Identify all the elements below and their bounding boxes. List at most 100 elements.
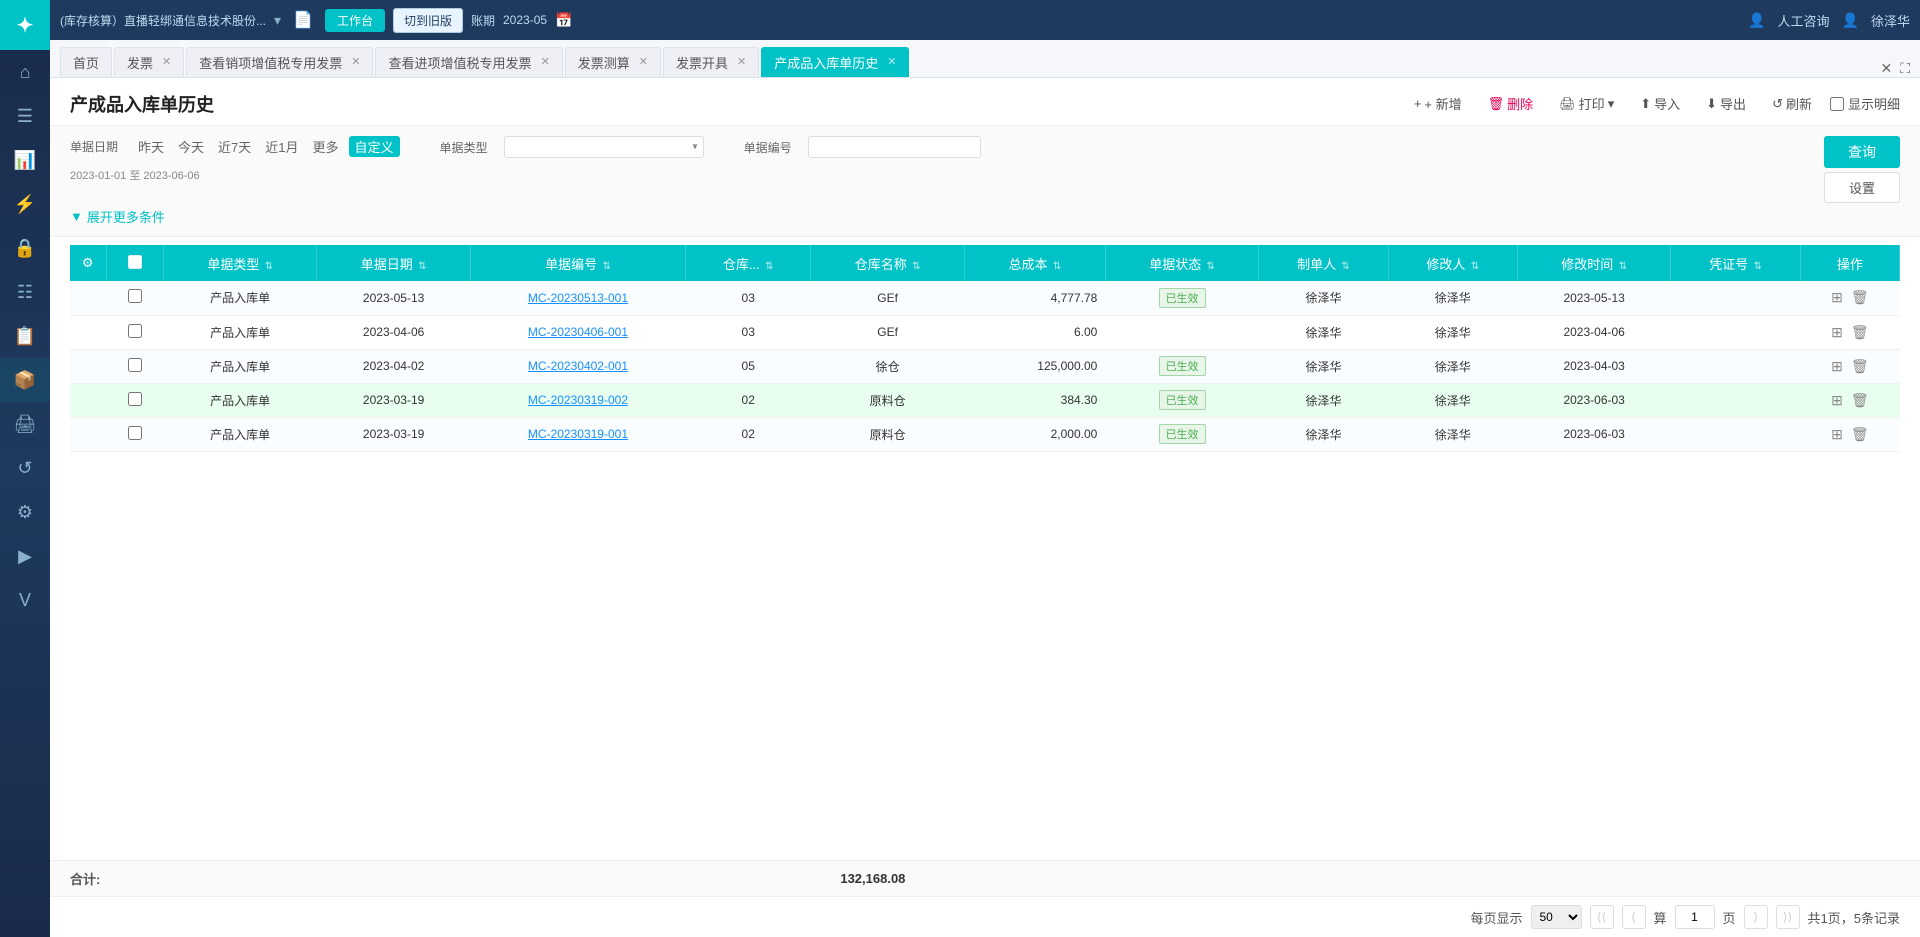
date-1month[interactable]: 近1月: [261, 136, 302, 157]
sidebar-item-warehouse[interactable]: 📦: [0, 358, 50, 402]
th-bill-no-sort: ⇅: [602, 261, 610, 272]
view-action-icon[interactable]: ⊞: [1831, 324, 1843, 341]
expand-more-btn[interactable]: ▼ 展开更多条件: [70, 207, 1900, 226]
row-checkbox[interactable]: [128, 358, 142, 372]
next-page-btn[interactable]: ⟩: [1744, 905, 1768, 929]
query-button[interactable]: 查询: [1824, 136, 1900, 168]
row-settings[interactable]: [70, 349, 106, 383]
view-action-icon[interactable]: ⊞: [1831, 392, 1843, 409]
view-action-icon[interactable]: ⊞: [1831, 426, 1843, 443]
page-input[interactable]: [1675, 905, 1715, 929]
first-page-btn[interactable]: ⟨⟨: [1590, 905, 1614, 929]
row-bill-no[interactable]: MC-20230319-002: [470, 383, 685, 417]
tab-calc[interactable]: 发票测算 ✕: [565, 47, 661, 77]
tab-open-close[interactable]: ✕: [737, 57, 746, 68]
row-settings[interactable]: [70, 281, 106, 315]
sidebar-item-lock[interactable]: 🔒: [0, 226, 50, 270]
row-bill-no[interactable]: MC-20230406-001: [470, 315, 685, 349]
row-checkbox[interactable]: [128, 324, 142, 338]
date-custom[interactable]: 自定义: [349, 136, 400, 157]
tab-sales-close[interactable]: ✕: [351, 57, 360, 68]
doc-no-input[interactable]: [808, 136, 981, 158]
delete-action-icon[interactable]: 🗑: [1851, 289, 1869, 306]
sidebar-item-print[interactable]: 🖨: [0, 402, 50, 446]
show-detail-checkbox[interactable]: [1830, 97, 1844, 111]
row-bill-no[interactable]: MC-20230319-001: [470, 417, 685, 451]
tab-open[interactable]: 发票开具 ✕: [663, 47, 759, 77]
tab-purchase-invoice[interactable]: 查看进项增值税专用发票 ✕: [375, 47, 562, 77]
tab-warehouse-history-close[interactable]: ✕: [887, 57, 896, 68]
th-warehouse-name[interactable]: 仓库名称 ⇅: [811, 245, 964, 281]
th-date[interactable]: 单据日期 ⇅: [317, 245, 470, 281]
view-action-icon[interactable]: ⊞: [1831, 358, 1843, 375]
row-checkbox[interactable]: [128, 392, 142, 406]
export-button[interactable]: ⬇ 导出: [1698, 90, 1754, 117]
view-action-icon[interactable]: ⊞: [1831, 289, 1843, 306]
settings-col-icon[interactable]: ⚙: [82, 255, 94, 270]
date-today[interactable]: 今天: [174, 136, 208, 157]
tab-calc-close[interactable]: ✕: [639, 57, 648, 68]
row-settings[interactable]: [70, 417, 106, 451]
import-button[interactable]: ⬆ 导入: [1632, 90, 1688, 117]
tab-warehouse-history[interactable]: 产成品入库单历史 ✕: [761, 47, 909, 77]
sidebar-item-version[interactable]: V: [0, 578, 50, 622]
delete-action-icon[interactable]: 🗑: [1851, 392, 1869, 409]
th-voucher[interactable]: 凭证号 ⇅: [1671, 245, 1800, 281]
settings-col-header[interactable]: ⚙: [70, 245, 106, 281]
row-checkbox[interactable]: [128, 426, 142, 440]
sidebar-item-settings[interactable]: ⚙: [0, 490, 50, 534]
workbench-button[interactable]: 工作台: [325, 9, 385, 32]
delete-button[interactable]: 🗑 删除: [1480, 90, 1542, 117]
tab-invoice-label: 发票: [127, 53, 153, 72]
th-warehouse-code[interactable]: 仓库... ⇅: [686, 245, 811, 281]
row-bill-no[interactable]: MC-20230513-001: [470, 281, 685, 315]
date-7days[interactable]: 近7天: [214, 136, 255, 157]
tab-invoice-close[interactable]: ✕: [162, 57, 171, 68]
th-total-cost[interactable]: 总成本 ⇅: [964, 245, 1105, 281]
tab-purchase-close[interactable]: ✕: [541, 57, 550, 68]
th-modifier[interactable]: 修改人 ⇅: [1388, 245, 1517, 281]
tab-sales-invoice[interactable]: 查看销项增值税专用发票 ✕: [186, 47, 373, 77]
th-bill-no[interactable]: 单据编号 ⇅: [470, 245, 685, 281]
sidebar-item-home[interactable]: ⌂: [0, 50, 50, 94]
tab-close-all-icon[interactable]: ✕: [1880, 60, 1892, 77]
sidebar-item-sync[interactable]: ↺: [0, 446, 50, 490]
sidebar-item-menu[interactable]: ☰: [0, 94, 50, 138]
tab-invoice[interactable]: 发票 ✕: [114, 47, 184, 77]
set-button[interactable]: 设置: [1824, 172, 1900, 203]
sidebar-item-play[interactable]: ▶: [0, 534, 50, 578]
th-status[interactable]: 单据状态 ⇅: [1105, 245, 1258, 281]
table-row: 产品入库单 2023-03-19 MC-20230319-001 02 原料仓 …: [70, 417, 1900, 451]
doc-type-select[interactable]: 产品入库单: [504, 136, 704, 158]
sidebar-item-quick[interactable]: ⚡: [0, 182, 50, 226]
date-more[interactable]: 更多: [309, 136, 343, 157]
company-dropdown-icon[interactable]: ▾: [274, 12, 281, 29]
prev-page-btn[interactable]: ⟨: [1622, 905, 1646, 929]
delete-action-icon[interactable]: 🗑: [1851, 426, 1869, 443]
row-settings[interactable]: [70, 315, 106, 349]
show-detail-checkbox-wrapper[interactable]: 显示明细: [1830, 94, 1900, 113]
row-checkbox[interactable]: [128, 289, 142, 303]
tab-home[interactable]: 首页: [60, 47, 112, 77]
delete-action-icon[interactable]: 🗑: [1851, 324, 1869, 341]
per-page-select[interactable]: 50 10 20 100: [1531, 905, 1582, 929]
last-page-btn[interactable]: ⟩⟩: [1776, 905, 1800, 929]
select-all-checkbox[interactable]: [128, 255, 142, 269]
new-button[interactable]: + + 新增: [1406, 90, 1470, 117]
refresh-button[interactable]: ↺ 刷新: [1764, 90, 1820, 117]
calendar-icon[interactable]: 📅: [555, 12, 572, 29]
sidebar-item-list[interactable]: ☷: [0, 270, 50, 314]
help-button[interactable]: 人工咨询: [1778, 11, 1830, 30]
th-creator[interactable]: 制单人 ⇅: [1259, 245, 1388, 281]
row-bill-no[interactable]: MC-20230402-001: [470, 349, 685, 383]
delete-action-icon[interactable]: 🗑: [1851, 358, 1869, 375]
date-yesterday[interactable]: 昨天: [134, 136, 168, 157]
switch-old-button[interactable]: 切到旧版: [393, 8, 463, 33]
row-settings[interactable]: [70, 383, 106, 417]
th-modify-time[interactable]: 修改时间 ⇅: [1517, 245, 1670, 281]
print-button[interactable]: 🖨 打印 ▾: [1551, 90, 1622, 117]
sidebar-item-file[interactable]: 📋: [0, 314, 50, 358]
th-type[interactable]: 单据类型 ⇅: [163, 245, 316, 281]
tab-maximize-icon[interactable]: ⛶: [1900, 60, 1910, 77]
sidebar-item-chart[interactable]: 📊: [0, 138, 50, 182]
